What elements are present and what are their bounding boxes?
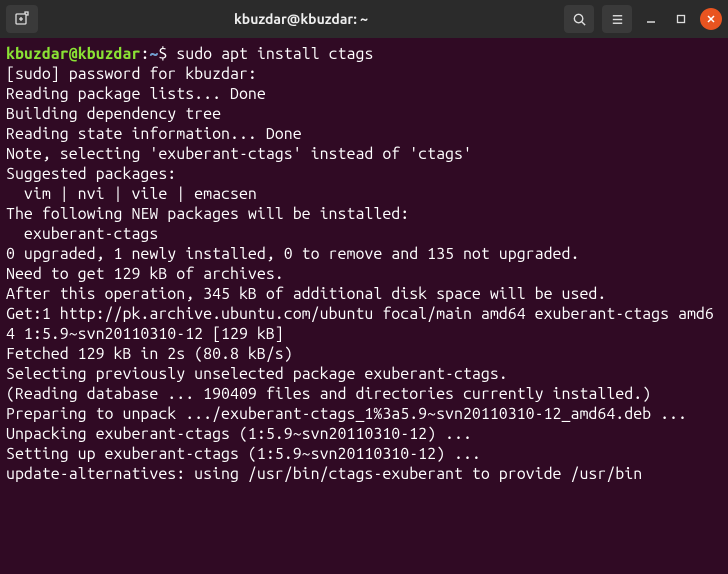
command-text: sudo apt install ctags [176,45,373,63]
output-line: After this operation, 345 kB of addition… [6,285,606,303]
prompt-at: @ [69,45,78,63]
output-line: Building dependency tree [6,105,221,123]
output-line: Setting up exuberant-ctags (1:5.9~svn201… [6,445,481,463]
output-line: (Reading database ... 190409 files and d… [6,385,651,403]
prompt-user: kbuzdar [6,45,69,63]
menu-button[interactable] [602,5,632,33]
hamburger-icon [610,12,625,27]
output-line: Selecting previously unselected package … [6,365,508,383]
output-line: update-alternatives: using /usr/bin/ctag… [6,465,642,483]
output-line: Fetched 129 kB in 2s (80.8 kB/s) [6,345,293,363]
terminal-output[interactable]: kbuzdar@kbuzdar:~$ sudo apt install ctag… [0,38,728,490]
minimize-icon [646,14,656,24]
output-line: Note, selecting 'exuberant-ctags' instea… [6,145,472,163]
new-tab-button[interactable] [6,5,38,33]
maximize-icon [676,14,686,24]
output-line: Reading package lists... Done [6,85,266,103]
output-line: vim | nvi | vile | emacsen [6,185,257,203]
output-line: Get:1 http://pk.archive.ubuntu.com/ubunt… [6,305,714,343]
output-line: [sudo] password for kbuzdar: [6,65,257,83]
window-title: kbuzdar@kbuzdar: ~ [44,11,558,27]
titlebar-right [564,5,722,33]
prompt-host: kbuzdar [78,45,141,63]
titlebar: kbuzdar@kbuzdar: ~ [0,0,728,38]
output-line: Preparing to unpack .../exuberant-ctags_… [6,405,687,423]
output-line: Unpacking exuberant-ctags (1:5.9~svn2011… [6,425,472,443]
output-line: exuberant-ctags [6,225,158,243]
output-line: 0 upgraded, 1 newly installed, 0 to remo… [6,245,579,263]
output-line: The following NEW packages will be insta… [6,205,409,223]
close-icon [706,14,716,24]
output-line: Suggested packages: [6,165,176,183]
output-line: Need to get 129 kB of archives. [6,265,284,283]
output-line: Reading state information... Done [6,125,302,143]
search-button[interactable] [564,5,594,33]
close-button[interactable] [700,8,722,30]
maximize-button[interactable] [670,8,692,30]
new-tab-icon [14,11,30,27]
minimize-button[interactable] [640,8,662,30]
titlebar-left [6,5,38,33]
search-icon [572,12,587,27]
prompt-symbol: $ [158,45,176,63]
